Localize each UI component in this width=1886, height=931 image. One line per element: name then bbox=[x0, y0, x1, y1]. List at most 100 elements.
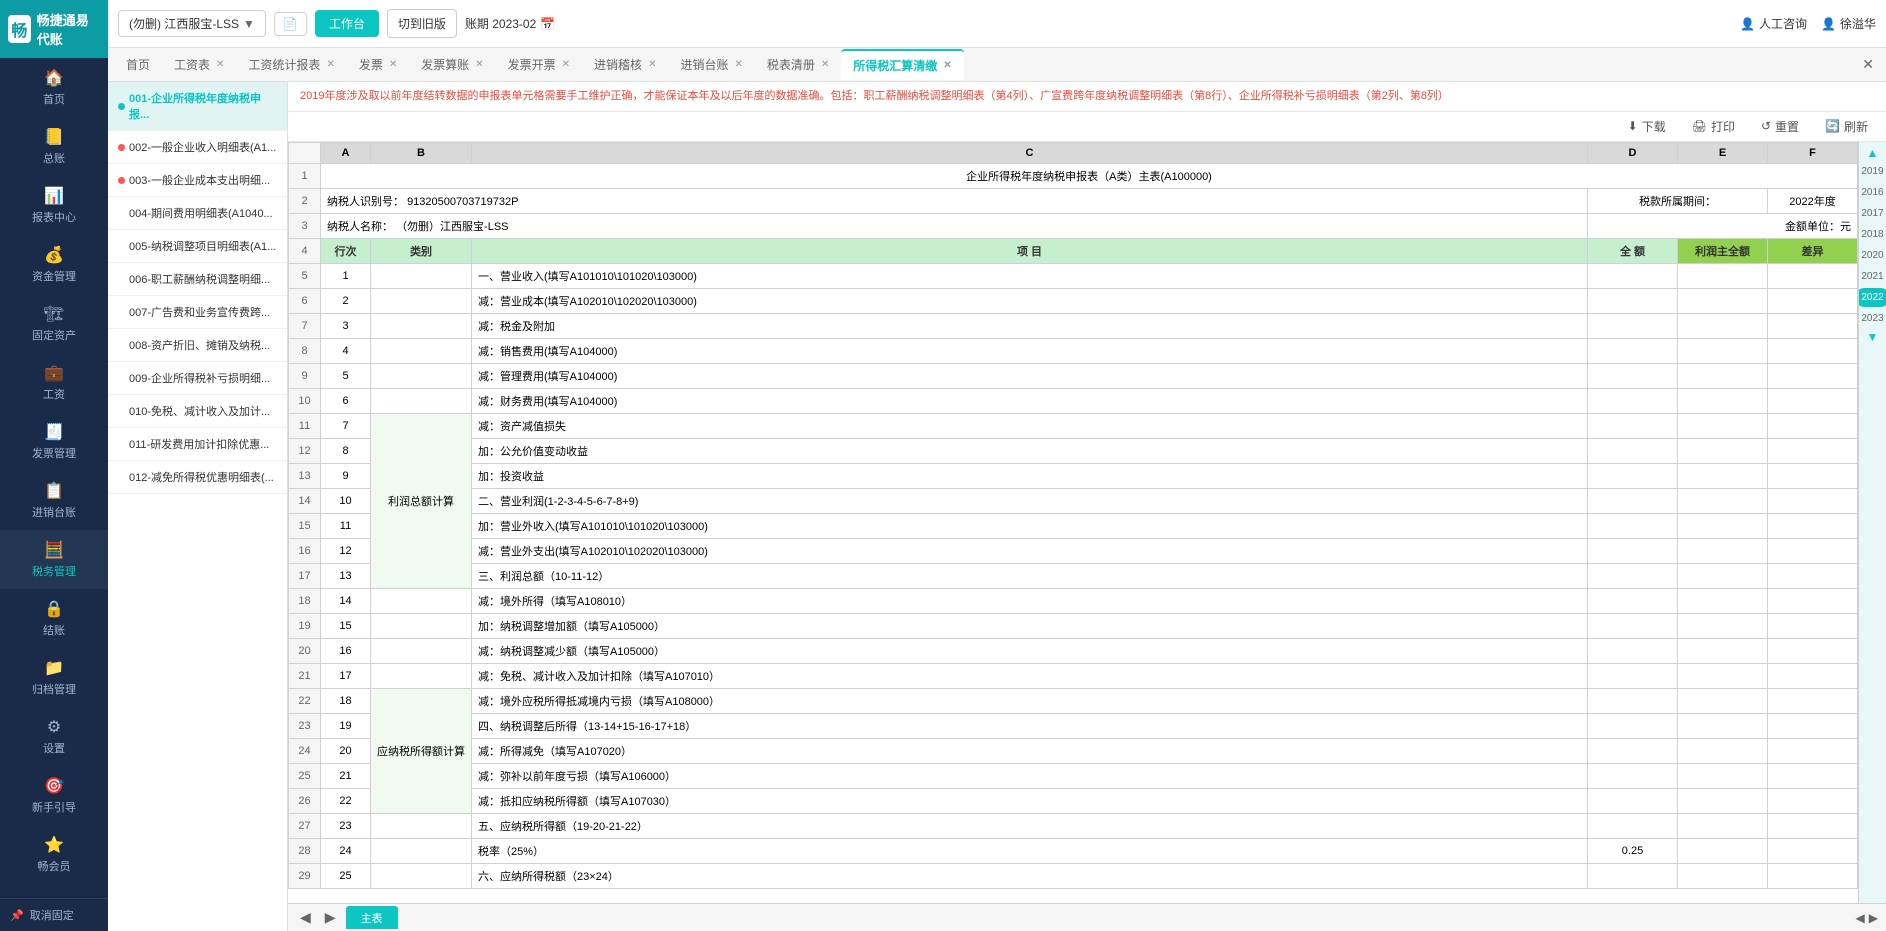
timeline-item-2016[interactable]: 2016 bbox=[1859, 183, 1885, 202]
sheet-tab-bar: ◀ ▶ 主表 ◀ ▶ bbox=[288, 903, 1886, 931]
timeline-item-2017[interactable]: 2017 bbox=[1859, 204, 1885, 223]
tab-invoice-calc[interactable]: 发票算账 ✕ bbox=[409, 50, 495, 79]
table-row-info2: 2 纳税人识别号： 91320500703719732P 税款所属期间： bbox=[289, 188, 1858, 213]
status-dot-002 bbox=[118, 144, 125, 151]
taxpayer-id-cell: 纳税人识别号： 91320500703719732P bbox=[321, 188, 1588, 213]
status-dot-009 bbox=[118, 375, 125, 382]
page-nav-right[interactable]: ▶ bbox=[1869, 911, 1878, 925]
sidebar-item-assets[interactable]: 💰 资金管理 bbox=[0, 235, 108, 294]
tab-home[interactable]: 首页 bbox=[114, 50, 162, 79]
refresh-label: 刷新 bbox=[1844, 118, 1868, 135]
company-dropdown-arrow: ▼ bbox=[243, 17, 255, 31]
sidebar-item-payroll[interactable]: 💼 工资 bbox=[0, 353, 108, 412]
sidebar-item-tax[interactable]: 🧮 税务管理 bbox=[0, 530, 108, 589]
user-profile-button[interactable]: 👤 徐溢华 bbox=[1821, 15, 1876, 32]
download-button[interactable]: ⬇ 下载 bbox=[1622, 116, 1672, 137]
workbench-button[interactable]: 工作台 bbox=[315, 10, 379, 37]
left-panel-item-003[interactable]: 003-一般企业成本支出明细... bbox=[108, 164, 287, 197]
table-row: 20 16 减：纳税调整减少额（填写A105000） bbox=[289, 638, 1858, 663]
left-panel-item-004[interactable]: 004-期间费用明细表(A1040... bbox=[108, 197, 287, 230]
reset-button[interactable]: ↺ 重置 bbox=[1755, 116, 1805, 137]
sidebar-item-archive[interactable]: 📁 归档管理 bbox=[0, 648, 108, 707]
refresh-button[interactable]: 🔄 刷新 bbox=[1819, 116, 1874, 137]
timeline-item-2020[interactable]: 2020 bbox=[1859, 246, 1885, 265]
left-panel-item-009[interactable]: 009-企业所得税补亏损明细... bbox=[108, 362, 287, 395]
left-panel-item-002[interactable]: 002-一般企业收入明细表(A1... bbox=[108, 131, 287, 164]
human-consult-button[interactable]: 👤 人工咨询 bbox=[1740, 15, 1807, 32]
timeline-item-2018[interactable]: 2018 bbox=[1859, 225, 1885, 244]
timeline-item-2021[interactable]: 2021 bbox=[1859, 267, 1885, 286]
tab-invoice-open[interactable]: 发票开票 ✕ bbox=[496, 50, 582, 79]
timeline-down-arrow[interactable]: ▼ bbox=[1867, 330, 1879, 344]
sheet-tab-main[interactable]: 主表 bbox=[346, 906, 398, 929]
sheet-tab-next[interactable]: ▶ bbox=[321, 907, 340, 928]
tab-payroll-stats[interactable]: 工资统计报表 ✕ bbox=[236, 50, 346, 79]
sheet-tab-prev[interactable]: ◀ bbox=[296, 907, 315, 928]
left-panel-item-010[interactable]: 010-免税、减计收入及加计... bbox=[108, 395, 287, 428]
sidebar-item-reports[interactable]: 📊 报表中心 bbox=[0, 176, 108, 235]
close-all-tabs-button[interactable]: ✕ bbox=[1856, 56, 1880, 73]
invoice-icon: 🧾 bbox=[44, 422, 64, 442]
doc-icon-button[interactable]: 📄 bbox=[274, 12, 307, 36]
table-row: 10 6 减：财务费用(填写A104000) bbox=[289, 388, 1858, 413]
company-name: (勿删) 江西服宝-LSS bbox=[129, 15, 239, 32]
sidebar-item-label: 总账 bbox=[43, 150, 65, 166]
sidebar-item-label: 归档管理 bbox=[32, 681, 76, 697]
tab-close-payroll[interactable]: ✕ bbox=[216, 59, 224, 70]
left-panel-item-008[interactable]: 008-资产折旧、摊销及纳税... bbox=[108, 329, 287, 362]
table-row: 7 3 减：税金及附加 bbox=[289, 313, 1858, 338]
top-nav-left: (勿删) 江西服宝-LSS ▼ 📄 工作台 切到旧版 账期 2023-02 📅 bbox=[118, 9, 555, 38]
timeline-item-2019[interactable]: 2019 bbox=[1859, 162, 1885, 181]
timeline-up-arrow[interactable]: ▲ bbox=[1867, 146, 1879, 160]
tab-close-invoice-menu[interactable]: ✕ bbox=[389, 59, 397, 70]
timeline-item-2023[interactable]: 2023 bbox=[1859, 309, 1885, 328]
left-panel-item-011[interactable]: 011-研发费用加计扣除优惠... bbox=[108, 428, 287, 461]
tab-income-tax[interactable]: 所得税汇算清缴 ✕ bbox=[841, 49, 963, 80]
tab-close-payroll-stats[interactable]: ✕ bbox=[326, 59, 334, 70]
sidebar-item-member[interactable]: ⭐ 畅会员 bbox=[0, 825, 108, 884]
tab-close-purchase-ledger[interactable]: ✕ bbox=[734, 59, 742, 70]
sidebar-item-invoice[interactable]: 🧾 发票管理 bbox=[0, 412, 108, 471]
left-panel-item-001[interactable]: 001-企业所得税年度纳税申报... bbox=[108, 82, 287, 131]
tab-close-income-tax[interactable]: ✕ bbox=[943, 60, 951, 71]
sidebar-item-guide[interactable]: 🎯 新手引导 bbox=[0, 766, 108, 825]
timeline-item-2022[interactable]: 2022 bbox=[1858, 288, 1886, 307]
tab-tax-clearance[interactable]: 税表清册 ✕ bbox=[755, 50, 841, 79]
sheet-pagination: ◀ ▶ bbox=[1856, 911, 1878, 925]
table-row: 25 21 减：弥补以前年度亏损（填写A106000） bbox=[289, 763, 1858, 788]
sidebar-item-ledger[interactable]: 📒 总账 bbox=[0, 117, 108, 176]
close-period-icon: 🔒 bbox=[44, 599, 64, 619]
table-title-cell: 企业所得税年度纳税申报表（A类）主表(A100000) bbox=[321, 163, 1858, 188]
tab-purchase-ledger[interactable]: 进销台账 ✕ bbox=[668, 50, 754, 79]
tab-close-invoice-open[interactable]: ✕ bbox=[562, 59, 570, 70]
table-row-info3: 3 纳税人名称： （勿删）江西服宝-LSS 金额单位：元 bbox=[289, 213, 1858, 238]
sidebar-item-fixed-assets[interactable]: 🏗 固定资产 bbox=[0, 294, 108, 353]
status-dot-008 bbox=[118, 342, 125, 349]
row-num-2: 2 bbox=[289, 188, 321, 213]
tab-purchase-check[interactable]: 进销稽核 ✕ bbox=[582, 50, 668, 79]
company-selector[interactable]: (勿删) 江西服宝-LSS ▼ bbox=[118, 10, 266, 37]
calendar-icon[interactable]: 📅 bbox=[540, 17, 555, 31]
print-button[interactable]: 🖨 打印 bbox=[1686, 116, 1741, 137]
sidebar-item-settings[interactable]: ⚙ 设置 bbox=[0, 707, 108, 766]
tab-close-invoice-calc[interactable]: ✕ bbox=[475, 59, 483, 70]
left-panel-item-006[interactable]: 006-职工薪酬纳税调整明细... bbox=[108, 263, 287, 296]
tab-close-purchase-check[interactable]: ✕ bbox=[648, 59, 656, 70]
tab-invoice-menu[interactable]: 发票 ✕ bbox=[347, 50, 409, 79]
sidebar-item-label: 资金管理 bbox=[32, 268, 76, 284]
tab-payroll[interactable]: 工资表 ✕ bbox=[162, 50, 236, 79]
page-nav-left[interactable]: ◀ bbox=[1856, 911, 1865, 925]
left-panel-item-007[interactable]: 007-广告费和业务宣传费跨... bbox=[108, 296, 287, 329]
settings-icon: ⚙ bbox=[47, 717, 61, 737]
sheet-area[interactable]: A B C D E F bbox=[288, 142, 1886, 904]
table-row: 23 19 四、纳税调整后所得（13-14+15-16-17+18） bbox=[289, 713, 1858, 738]
left-panel-item-012[interactable]: 012-减免所得税优惠明细表(... bbox=[108, 461, 287, 494]
left-panel-item-005[interactable]: 005-纳税调整项目明细表(A1... bbox=[108, 230, 287, 263]
old-version-button[interactable]: 切到旧版 bbox=[387, 9, 457, 38]
sidebar-item-purchase[interactable]: 📋 进销台账 bbox=[0, 471, 108, 530]
sidebar-item-label: 进销台账 bbox=[32, 504, 76, 520]
tab-close-tax-clearance[interactable]: ✕ bbox=[821, 59, 829, 70]
pin-button[interactable]: 📌 取消固定 bbox=[0, 899, 108, 931]
sidebar-item-home[interactable]: 🏠 首页 bbox=[0, 58, 108, 117]
sidebar-item-close[interactable]: 🔒 结账 bbox=[0, 589, 108, 648]
